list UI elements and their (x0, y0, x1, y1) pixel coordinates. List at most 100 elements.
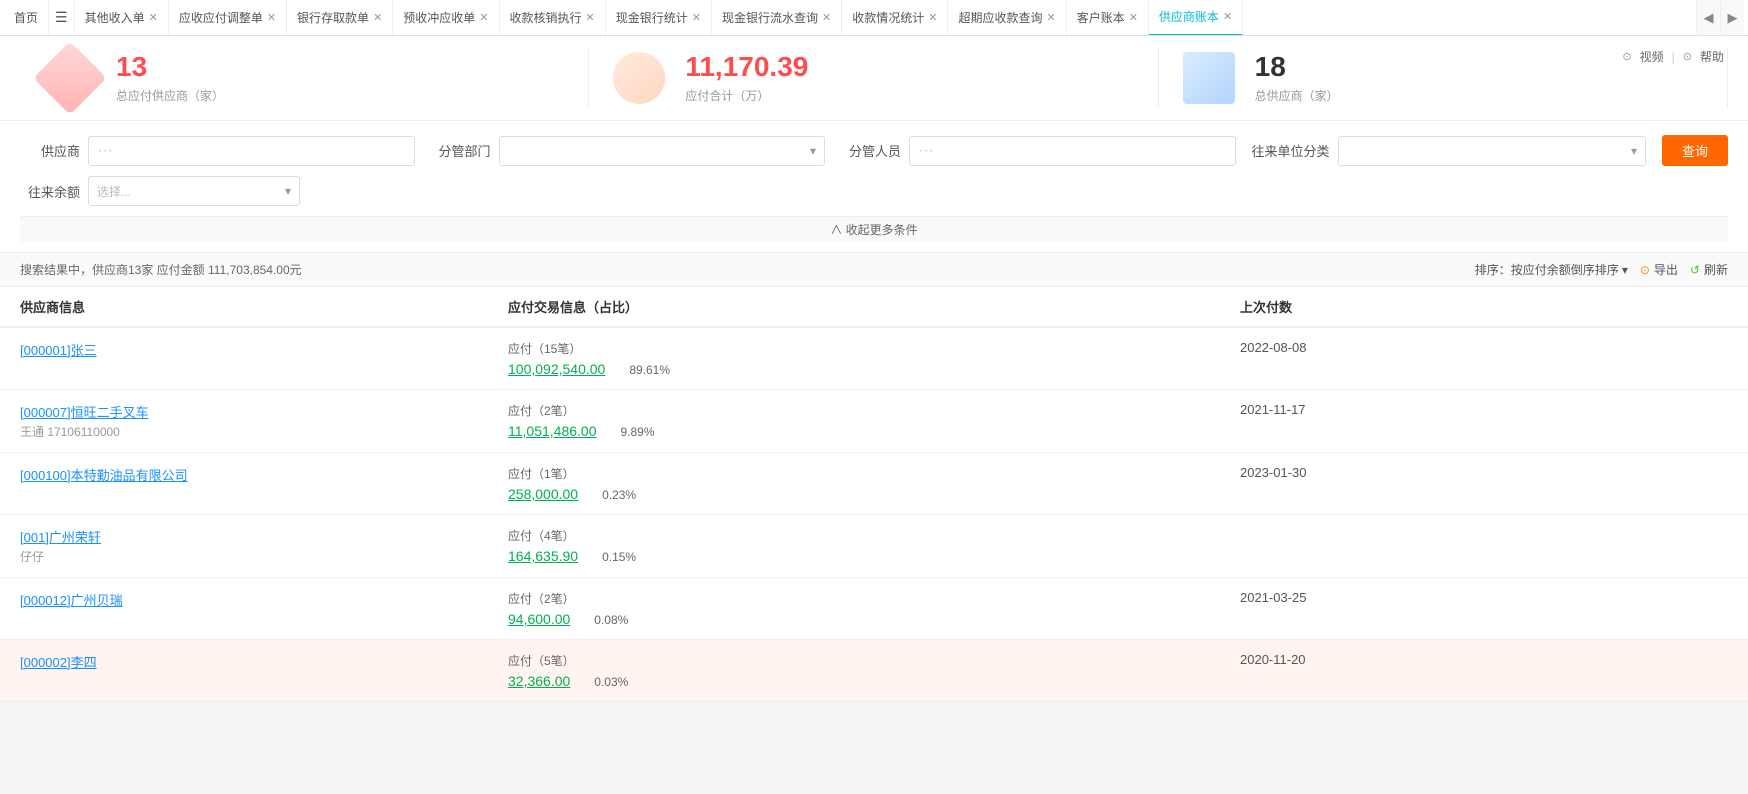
video-icon: ⊙ (1622, 50, 1631, 63)
header-stats: 13 总应付供应商（家） 11,170.39 应付合计（万） 18 总供应商（家… (0, 36, 1748, 121)
filter-label-balance: 往来余额 (20, 182, 80, 201)
stat-icon-store (1179, 48, 1239, 108)
close-tab-other-income[interactable]: ✕ (149, 11, 158, 24)
supplier-link-4[interactable]: [001]广州荣轩 (20, 527, 508, 546)
stat-label-payable-suppliers: 总应付供应商（家） (116, 87, 224, 104)
top-navigation: 首页 ☰ 其他收入单 ✕ 应收应付调整单 ✕ 银行存取款单 ✕ 预收冲应收单 ✕… (0, 0, 1748, 36)
close-tab-supplier-account[interactable]: ✕ (1223, 10, 1232, 23)
export-icon: ⊙ (1640, 263, 1650, 277)
filter-item-dept: 分管部门 ▾ (431, 136, 826, 166)
stat-icon-diamond (40, 48, 100, 108)
tab-supplier-account[interactable]: 供应商账本 ✕ (1149, 0, 1243, 36)
table-row: [000007]恒旺二手叉车 王通 17106110000 应付（2笔） 11,… (0, 390, 1748, 453)
nav-arrow-right[interactable]: ▶ (1720, 0, 1744, 36)
filter-label-person: 分管人员 (841, 141, 901, 160)
balance-input[interactable]: 选择... ▾ (88, 176, 300, 206)
help-link[interactable]: 帮助 (1700, 48, 1724, 65)
close-tab-collection-stat[interactable]: ✕ (928, 11, 937, 24)
dept-input[interactable]: ▾ (499, 136, 826, 166)
header-tools: ⊙ 视频 | ⊙ 帮助 (1618, 48, 1728, 65)
tx-percent-3: 0.23% (602, 488, 636, 502)
tab-collection-exec[interactable]: 收款核销执行 ✕ (500, 0, 606, 36)
filter-label-supplier: 供应商 (20, 141, 80, 160)
tx-percent-2: 9.89% (621, 425, 655, 439)
filter-item-supplier: 供应商 ··· (20, 136, 415, 166)
tab-prepay-offset[interactable]: 预收冲应收单 ✕ (393, 0, 499, 36)
supplier-link-3[interactable]: [000100]本特勤油品有限公司 (20, 465, 508, 484)
tx-amount-1[interactable]: 100,092,540.00 (508, 361, 605, 377)
person-input[interactable]: ··· (909, 136, 1236, 166)
supplier-link-6[interactable]: [000002]李四 (20, 652, 508, 671)
tab-home[interactable]: 首页 (4, 0, 49, 36)
last-pay-5: 2021-03-25 (1240, 590, 1728, 605)
filter-item-balance: 往来余额 选择... ▾ (20, 176, 300, 206)
close-tab-bank-deposit[interactable]: ✕ (373, 11, 382, 24)
tab-other-income[interactable]: 其他收入单 ✕ (75, 0, 169, 36)
tx-amount-3[interactable]: 258,000.00 (508, 486, 578, 502)
close-tab-prepay-offset[interactable]: ✕ (479, 11, 488, 24)
tab-cash-bank-flow[interactable]: 现金银行流水查询 ✕ (712, 0, 842, 36)
tx-amount-4[interactable]: 164,635.90 (508, 548, 578, 564)
tx-label-6: 应付（5笔） (508, 652, 1240, 669)
tab-cash-bank-stat[interactable]: 现金银行统计 ✕ (606, 0, 712, 36)
filter-item-person: 分管人员 ··· (841, 136, 1236, 166)
supplier-sub-2: 王通 17106110000 (20, 423, 508, 440)
supplier-input[interactable]: ··· (88, 136, 415, 166)
close-tab-customer-account[interactable]: ✕ (1129, 11, 1138, 24)
supplier-link-1[interactable]: [000001]张三 (20, 340, 508, 359)
stat-number-payable-suppliers: 13 (116, 52, 224, 83)
col-header-supplier: 供应商信息 (20, 297, 508, 316)
sort-button[interactable]: 排序：按应付余额倒序排序 ▾ (1475, 261, 1628, 278)
close-tab-cash-bank-stat[interactable]: ✕ (692, 11, 701, 24)
supplier-info-4: [001]广州荣轩 仔仔 (20, 527, 508, 565)
help-icon: ⊙ (1683, 50, 1692, 63)
stat-number-total-suppliers: 18 (1255, 52, 1339, 83)
tx-label-5: 应付（2笔） (508, 590, 1240, 607)
filter-row-2: 往来余额 选择... ▾ (20, 176, 1728, 206)
filter-area: 供应商 ··· 分管部门 ▾ 分管人员 ··· 往来单位分类 ▾ 查询 (0, 121, 1748, 253)
query-button[interactable]: 查询 (1662, 135, 1728, 166)
last-pay-date-1: 2022-08-08 (1240, 340, 1307, 355)
video-link[interactable]: 视频 (1640, 48, 1664, 65)
tx-amount-2[interactable]: 11,051,486.00 (508, 423, 597, 439)
stat-label-total-payable: 应付合计（万） (685, 87, 808, 104)
tx-label-1: 应付（15笔） (508, 340, 1240, 357)
col-header-lastpay: 上次付数 (1240, 297, 1728, 316)
category-input[interactable]: ▾ (1338, 136, 1646, 166)
tx-percent-5: 0.08% (594, 613, 628, 627)
supplier-table: 供应商信息 应付交易信息（占比） 上次付数 [000001]张三 应付（15笔）… (0, 287, 1748, 702)
chevron-down-icon: ▾ (810, 144, 816, 158)
tab-menu[interactable]: ☰ (49, 0, 75, 36)
tx-amount-5[interactable]: 94,600.00 (508, 611, 570, 627)
tx-info-5: 应付（2笔） 94,600.00 0.08% (508, 590, 1240, 627)
nav-arrow-controls: ◀ ▶ (1696, 0, 1744, 36)
close-tab-collection-exec[interactable]: ✕ (586, 11, 595, 24)
filter-row-1: 供应商 ··· 分管部门 ▾ 分管人员 ··· 往来单位分类 ▾ 查询 (20, 135, 1728, 166)
supplier-info-6: [000002]李四 (20, 652, 508, 671)
table-row: [001]广州荣轩 仔仔 应付（4笔） 164,635.90 0.15% (0, 515, 1748, 578)
nav-arrow-left[interactable]: ◀ (1696, 0, 1720, 36)
stat-number-total-payable: 11,170.39 (685, 52, 808, 83)
supplier-link-5[interactable]: [000012]广州贝瑞 (20, 590, 508, 609)
tab-ar-ap-adjust[interactable]: 应收应付调整单 ✕ (169, 0, 287, 36)
last-pay-date-3: 2023-01-30 (1240, 465, 1307, 480)
filter-label-dept: 分管部门 (431, 141, 491, 160)
table-row: [000100]本特勤油品有限公司 应付（1笔） 258,000.00 0.23… (0, 453, 1748, 515)
export-button[interactable]: ⊙ 导出 (1640, 261, 1678, 278)
tx-info-6: 应付（5笔） 32,366.00 0.03% (508, 652, 1240, 689)
close-tab-ar-ap-adjust[interactable]: ✕ (267, 11, 276, 24)
collapse-bar[interactable]: ∧ 收起更多条件 (20, 216, 1728, 242)
refresh-button[interactable]: ↺ 刷新 (1690, 261, 1728, 278)
supplier-info-5: [000012]广州贝瑞 (20, 590, 508, 609)
tx-label-4: 应付（4笔） (508, 527, 1240, 544)
tab-customer-account[interactable]: 客户账本 ✕ (1067, 0, 1149, 36)
tab-overdue-query[interactable]: 超期应收款查询 ✕ (948, 0, 1066, 36)
close-tab-overdue-query[interactable]: ✕ (1046, 11, 1055, 24)
close-tab-cash-bank-flow[interactable]: ✕ (822, 11, 831, 24)
supplier-link-2[interactable]: [000007]恒旺二手叉车 (20, 402, 508, 421)
tab-bank-deposit[interactable]: 银行存取款单 ✕ (287, 0, 393, 36)
last-pay-date-5: 2021-03-25 (1240, 590, 1307, 605)
tab-collection-stat[interactable]: 收款情况统计 ✕ (842, 0, 948, 36)
last-pay-6: 2020-11-20 (1240, 652, 1728, 667)
tx-amount-6[interactable]: 32,366.00 (508, 673, 570, 689)
